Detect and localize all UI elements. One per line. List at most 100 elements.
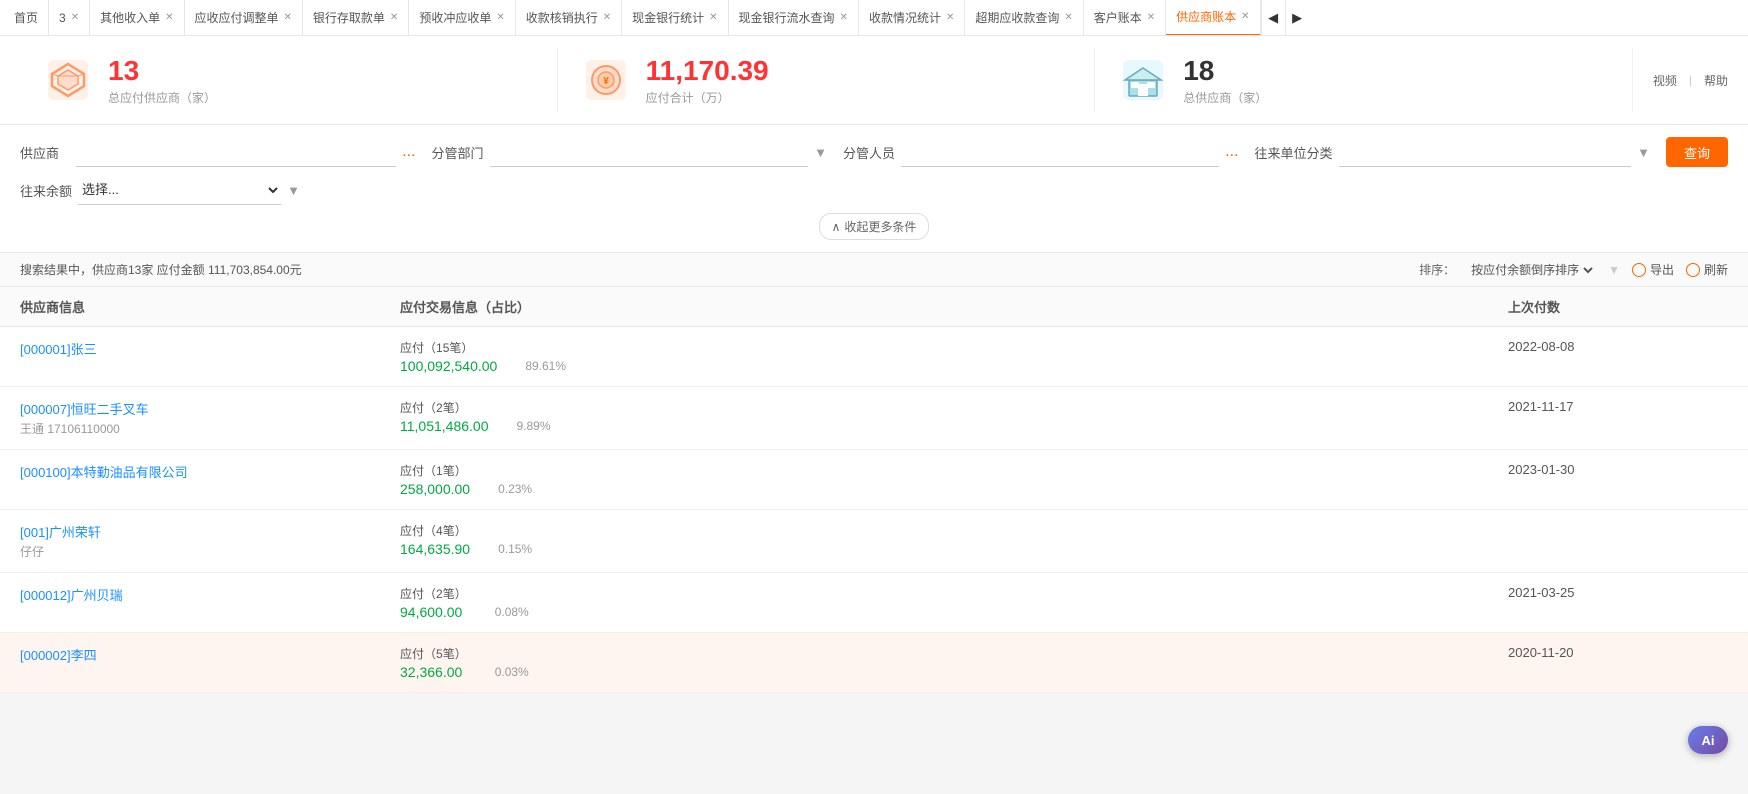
category-input[interactable] xyxy=(1339,137,1632,167)
nav-tab-collection-stats[interactable]: 收款情况统计 ✕ xyxy=(859,0,965,36)
supplier-link[interactable]: [000007]恒旺二手叉车 xyxy=(20,402,149,417)
close-icon[interactable]: ✕ xyxy=(496,12,504,23)
close-icon[interactable]: ✕ xyxy=(284,12,292,23)
supplier-sub: 仔仔 xyxy=(20,543,400,560)
table-row: [000001]张三 应付（15笔） 100,092,540.00 89.61%… xyxy=(0,327,1748,387)
close-icon[interactable]: ✕ xyxy=(165,12,173,23)
supplier-input[interactable] xyxy=(76,137,396,167)
transaction-cell: 应付（15笔） 100,092,540.00 89.61% xyxy=(400,339,1508,374)
coins-icon: ¥ xyxy=(578,52,634,108)
lastpay-date: 2020-11-20 xyxy=(1508,645,1574,660)
dept-dropdown-icon[interactable]: ▼ xyxy=(814,145,827,160)
trans-amount[interactable]: 94,600.00 xyxy=(400,604,467,620)
diamond-icon xyxy=(40,52,96,108)
table-row: [001]广州荣轩 仔仔 应付（4笔） 164,635.90 0.15% xyxy=(0,510,1748,573)
video-link[interactable]: 视频 xyxy=(1653,72,1677,89)
close-icon[interactable]: ✕ xyxy=(71,12,79,23)
ai-button[interactable]: Ai xyxy=(1688,726,1728,754)
close-icon[interactable]: ✕ xyxy=(603,12,611,23)
close-icon[interactable]: ✕ xyxy=(946,12,954,23)
filter-supplier: 供应商 ... xyxy=(20,137,416,167)
nav-tab-3[interactable]: 3 ✕ xyxy=(49,0,90,36)
lastpay-date: 2021-03-25 xyxy=(1508,585,1575,600)
category-dropdown-icon[interactable]: ▼ xyxy=(1637,145,1650,160)
supplier-link[interactable]: [001]广州荣轩 xyxy=(20,525,101,540)
total-suppliers-label: 总供应商（家） xyxy=(1183,89,1267,106)
person-input[interactable] xyxy=(901,137,1219,167)
close-icon[interactable]: ✕ xyxy=(709,12,717,23)
category-label: 往来单位分类 xyxy=(1255,143,1333,162)
trans-percent: 0.15% xyxy=(498,542,532,556)
trans-amount[interactable]: 100,092,540.00 xyxy=(400,358,497,374)
trans-percent: 0.23% xyxy=(498,482,532,496)
supplier-link[interactable]: [000002]李四 xyxy=(20,648,97,663)
refresh-icon xyxy=(1686,263,1700,277)
close-icon[interactable]: ✕ xyxy=(1147,12,1155,23)
person-dots-btn[interactable]: ... xyxy=(1225,143,1238,161)
balance-dropdown-icon[interactable]: ▼ xyxy=(287,183,300,198)
transaction-cell: 应付（2笔） 94,600.00 0.08% xyxy=(400,585,1508,620)
close-icon[interactable]: ✕ xyxy=(390,12,398,23)
sort-label: 排序： xyxy=(1419,261,1455,278)
close-icon[interactable]: ✕ xyxy=(1064,12,1072,23)
nav-tab-ar-ap-adjust[interactable]: 应收应付调整单 ✕ xyxy=(185,0,303,36)
trans-percent: 9.89% xyxy=(517,419,551,433)
nav-tab-cash-bank-stats[interactable]: 现金银行统计 ✕ xyxy=(622,0,728,36)
search-button[interactable]: 查询 xyxy=(1666,137,1728,167)
supplier-label: 供应商 xyxy=(20,143,70,162)
supplier-dots-btn[interactable]: ... xyxy=(402,143,415,161)
refresh-label: 刷新 xyxy=(1704,261,1728,278)
collapse-button[interactable]: ∧ 收起更多条件 xyxy=(819,213,930,240)
trans-percent: 89.61% xyxy=(525,359,566,373)
help-link[interactable]: 帮助 xyxy=(1704,72,1728,89)
payable-suppliers-number: 13 xyxy=(108,54,216,88)
nav-tab-bank-deposit[interactable]: 银行存取款单 ✕ xyxy=(303,0,409,36)
trans-amount[interactable]: 32,366.00 xyxy=(400,664,467,680)
nav-tab-supplier-ledger[interactable]: 供应商账本 ✕ xyxy=(1166,0,1260,36)
nav-tab-advance-receive[interactable]: 预收冲应收单 ✕ xyxy=(409,0,515,36)
nav-tab-collection[interactable]: 收款核销执行 ✕ xyxy=(516,0,622,36)
table: 供应商信息 应付交易信息（占比） 上次付数 [000001]张三 应付（15笔）… xyxy=(0,287,1748,693)
nav-tab-other-income[interactable]: 其他收入单 ✕ xyxy=(90,0,184,36)
supplier-link[interactable]: [000001]张三 xyxy=(20,342,97,357)
filter-row-2: 往来余额 选择... ▼ xyxy=(20,175,1728,205)
nav-tab-cash-flow[interactable]: 现金银行流水查询 ✕ xyxy=(729,0,859,36)
sort-select[interactable]: 按应付余额倒序排序 xyxy=(1467,262,1596,278)
table-row: [000002]李四 应付（5笔） 32,366.00 0.03% 2020-1… xyxy=(0,633,1748,693)
supplier-link[interactable]: [000100]本特勤油品有限公司 xyxy=(20,465,188,480)
refresh-button[interactable]: 刷新 xyxy=(1686,261,1728,278)
payable-amount-label: 应付合计（万） xyxy=(646,89,769,106)
balance-select[interactable]: 选择... xyxy=(78,175,281,205)
dept-label: 分管部门 xyxy=(432,143,484,162)
export-button[interactable]: 导出 xyxy=(1632,261,1674,278)
lastpay-cell: 2022-08-08 xyxy=(1508,339,1728,354)
trans-amount[interactable]: 164,635.90 xyxy=(400,541,470,557)
separator: | xyxy=(1689,73,1692,87)
transaction-cell: 应付（5笔） 32,366.00 0.03% xyxy=(400,645,1508,680)
supplier-link[interactable]: [000012]广州贝瑞 xyxy=(20,588,123,603)
results-summary: 搜索结果中，供应商13家 应付金额 111,703,854.00元 xyxy=(20,261,302,278)
table-row: [000012]广州贝瑞 应付（2笔） 94,600.00 0.08% 2021… xyxy=(0,573,1748,633)
trans-type-label: 应付（15笔） xyxy=(400,339,497,356)
dept-input[interactable] xyxy=(490,137,809,167)
nav-tab-customer-ledger[interactable]: 客户账本 ✕ xyxy=(1084,0,1166,36)
transaction-cell: 应付（2笔） 11,051,486.00 9.89% xyxy=(400,399,1508,434)
nav-next-arrow[interactable]: ▶ xyxy=(1285,0,1309,36)
supplier-cell: [000100]本特勤油品有限公司 xyxy=(20,462,400,481)
trans-amount[interactable]: 11,051,486.00 xyxy=(400,418,489,434)
table-row: [000100]本特勤油品有限公司 应付（1笔） 258,000.00 0.23… xyxy=(0,450,1748,510)
nav-tab-home[interactable]: 首页 xyxy=(4,0,49,36)
close-icon[interactable]: ✕ xyxy=(1241,11,1249,22)
close-icon[interactable]: ✕ xyxy=(840,12,848,23)
export-icon xyxy=(1632,263,1646,277)
supplier-cell: [000002]李四 xyxy=(20,645,400,664)
trans-amount[interactable]: 258,000.00 xyxy=(400,481,470,497)
trans-type-label: 应付（2笔） xyxy=(400,399,489,416)
supplier-sub: 王通 17106110000 xyxy=(20,420,400,437)
trans-type-label: 应付（4笔） xyxy=(400,522,470,539)
right-actions: 排序： 按应付余额倒序排序 ▼ 导出 刷新 xyxy=(1419,261,1728,278)
nav-tab-overdue[interactable]: 超期应收款查询 ✕ xyxy=(965,0,1083,36)
col-header-lastpay: 上次付数 xyxy=(1508,297,1728,316)
table-header: 供应商信息 应付交易信息（占比） 上次付数 xyxy=(0,287,1748,327)
nav-prev-arrow[interactable]: ◀ xyxy=(1261,0,1285,36)
